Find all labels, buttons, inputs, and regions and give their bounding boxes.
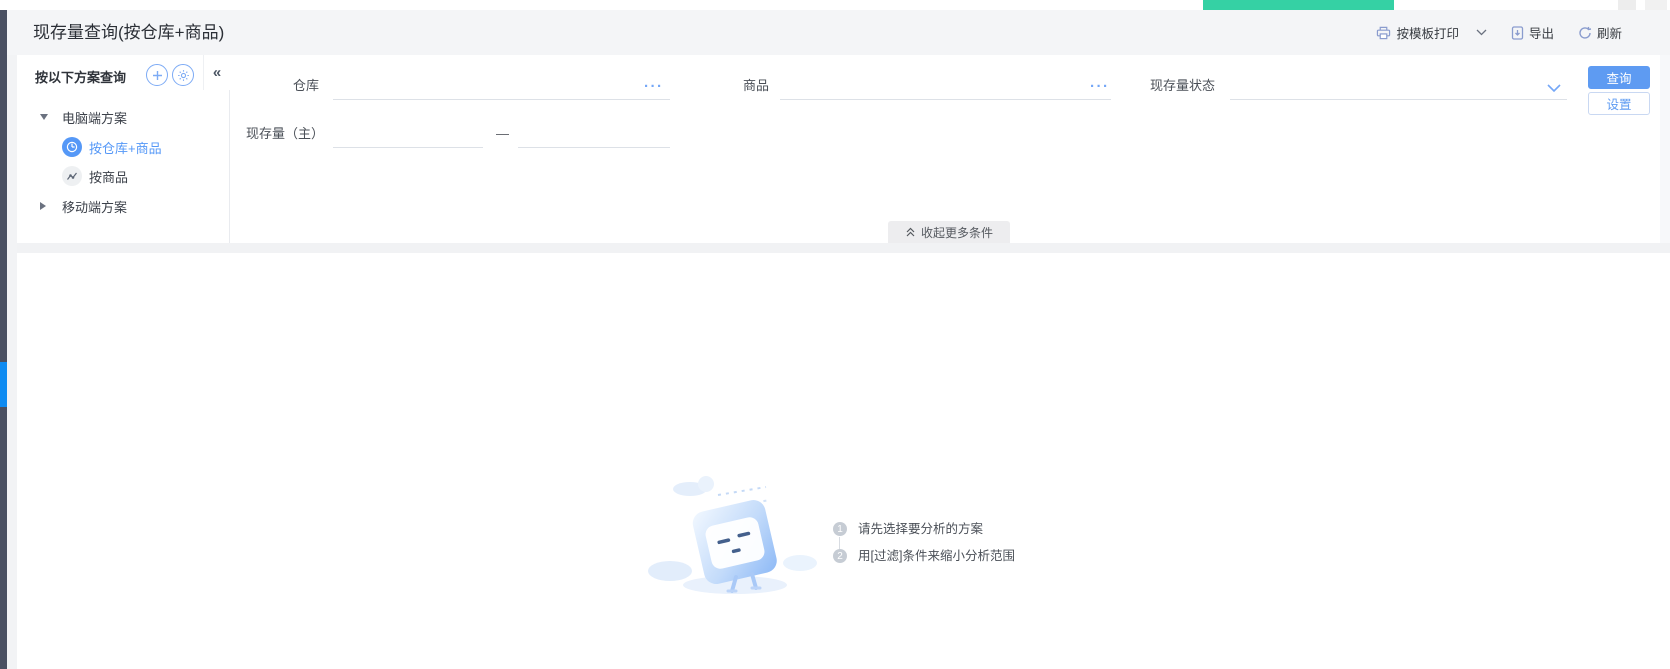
step-2-text: 用[过滤]条件来缩小分析范围 <box>858 549 1015 563</box>
window-control-ghost <box>1645 0 1667 10</box>
select-chevron-down-icon[interactable] <box>1547 84 1561 93</box>
tree-item-label: 按商品 <box>89 169 129 185</box>
tree-group-mobile-plans[interactable]: 移动端方案 <box>40 197 127 215</box>
rail-active-indicator <box>0 362 7 407</box>
left-nav-rail[interactable] <box>0 10 7 669</box>
plus-icon <box>152 70 162 80</box>
toolbar: 按模板打印 导出 刷新 <box>1376 10 1622 55</box>
step-1-badge: 1 <box>833 522 847 536</box>
chevron-down-icon[interactable] <box>1476 29 1487 36</box>
refresh-button[interactable]: 刷新 <box>1578 23 1622 42</box>
tree-item-label: 按仓库+商品 <box>89 140 162 156</box>
print-by-template-button[interactable]: 按模板打印 <box>1376 23 1487 42</box>
step-1-text: 请先选择要分析的方案 <box>858 522 984 536</box>
product-label: 商品 <box>743 78 770 93</box>
stock-status-select[interactable] <box>1230 78 1567 100</box>
print-by-template-label: 按模板打印 <box>1396 27 1459 41</box>
clock-pie-icon <box>62 137 82 157</box>
panel-gap <box>17 243 1670 253</box>
product-more-icon[interactable]: ··· <box>1090 79 1110 94</box>
warehouse-input[interactable] <box>333 78 670 100</box>
warehouse-label: 仓库 <box>293 78 320 93</box>
app-window: 现存量查询(按仓库+商品) 按模板打印 导出 刷新 按以下方案查询 « 电脑端方… <box>0 0 1670 669</box>
export-label: 导出 <box>1528 27 1554 41</box>
browser-top-strip <box>0 0 1670 10</box>
stock-qty-min-input[interactable] <box>333 126 483 148</box>
collapse-more-conditions-label: 收起更多条件 <box>920 225 993 240</box>
stock-qty-label: 现存量（主） <box>246 126 325 141</box>
collapse-sidebar-button[interactable]: « <box>203 55 230 90</box>
trend-chart-icon <box>62 166 82 186</box>
warehouse-more-icon[interactable]: ··· <box>644 79 664 94</box>
tree-group-pc-plans[interactable]: 电脑端方案 <box>40 108 127 126</box>
tree-item-warehouse-product[interactable]: 按仓库+商品 <box>62 137 162 157</box>
range-separator: — <box>496 126 509 141</box>
stock-status-label: 现存量状态 <box>1150 78 1216 93</box>
title-bar: 现存量查询(按仓库+商品) 按模板打印 导出 刷新 <box>7 10 1670 55</box>
page-title: 现存量查询(按仓库+商品) <box>33 23 225 42</box>
tree-group-label: 电脑端方案 <box>62 110 128 126</box>
collapse-more-conditions-button[interactable]: 收起更多条件 <box>888 221 1010 243</box>
add-plan-button[interactable] <box>146 64 168 86</box>
tree-expanded-arrow-icon <box>40 114 48 120</box>
rail-gap <box>7 10 17 669</box>
product-input[interactable] <box>780 78 1111 100</box>
gear-icon <box>177 69 189 81</box>
plan-settings-button[interactable] <box>172 64 194 86</box>
export-icon <box>1511 25 1524 40</box>
tree-collapsed-arrow-icon <box>40 202 46 210</box>
step-2-badge: 2 <box>833 549 847 563</box>
tree-item-product[interactable]: 按商品 <box>62 166 128 186</box>
export-button[interactable]: 导出 <box>1511 23 1554 42</box>
settings-button[interactable]: 设置 <box>1588 92 1650 115</box>
collapse-sidebar-icon: « <box>212 64 222 81</box>
window-control-ghost <box>1618 0 1636 10</box>
empty-state-robot-illustration <box>648 476 817 594</box>
sidebar-header: 按以下方案查询 <box>35 70 127 85</box>
double-chevron-up-icon <box>906 227 915 236</box>
printer-icon <box>1377 26 1391 39</box>
stock-qty-max-input[interactable] <box>518 126 670 148</box>
progress-bar <box>1203 0 1394 10</box>
query-button[interactable]: 查询 <box>1588 66 1650 89</box>
tree-group-label: 移动端方案 <box>62 199 128 215</box>
refresh-label: 刷新 <box>1596 27 1622 41</box>
refresh-icon <box>1579 26 1592 39</box>
right-edge-strip <box>1660 55 1670 243</box>
result-area: 1 请先选择要分析的方案 2 用[过滤]条件来缩小分析范围 <box>17 253 1670 669</box>
